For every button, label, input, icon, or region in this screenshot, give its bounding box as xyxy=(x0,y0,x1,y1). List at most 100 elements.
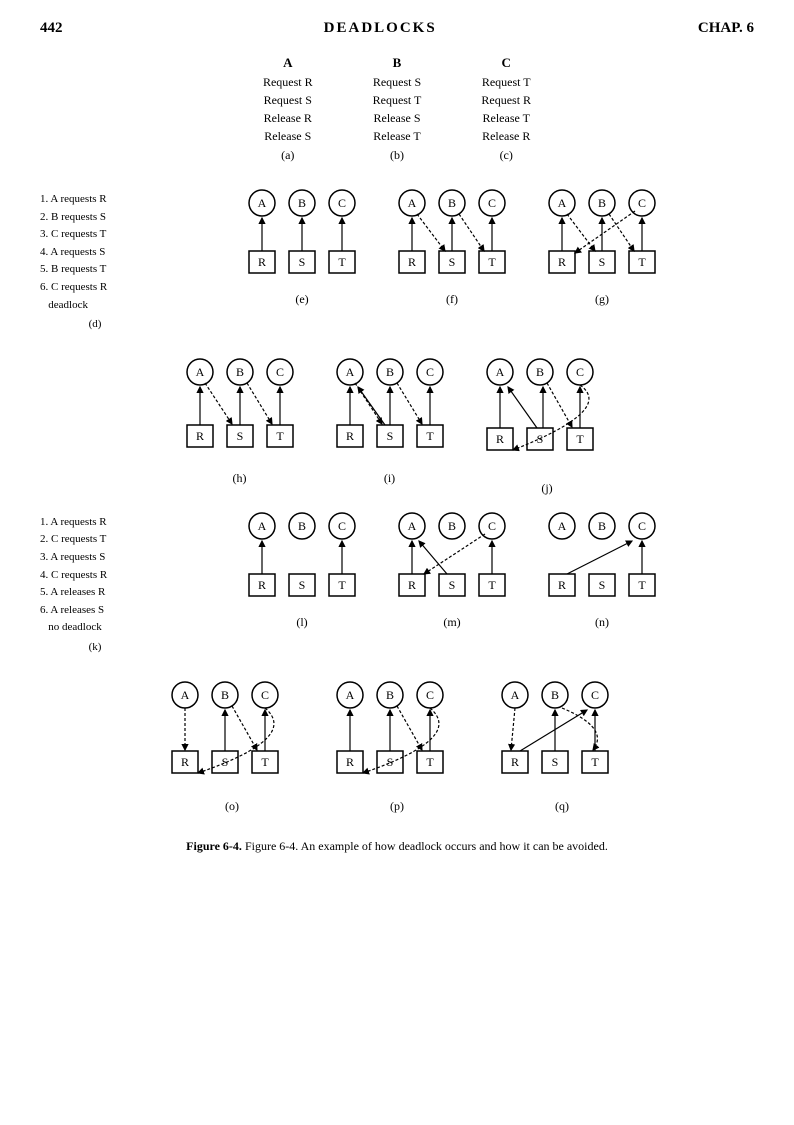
page-title: DEADLOCKS xyxy=(324,20,437,37)
rag-l-svg: A B C R S T xyxy=(237,504,367,609)
svg-text:A: A xyxy=(345,365,354,379)
svg-text:C: C xyxy=(338,196,346,210)
svg-text:A: A xyxy=(258,519,267,533)
label-q: (q) xyxy=(555,799,569,814)
svg-text:R: R xyxy=(495,432,503,446)
table-c-rows: Request TRequest RRelease TRelease R xyxy=(481,73,531,145)
svg-text:B: B xyxy=(598,519,606,533)
svg-text:B: B xyxy=(448,196,456,210)
process-table-b: B Request SRequest TRelease SRelease T (… xyxy=(373,55,422,163)
svg-text:T: T xyxy=(591,755,599,769)
svg-text:C: C xyxy=(488,196,496,210)
svg-text:A: A xyxy=(408,519,417,533)
svg-text:S: S xyxy=(449,578,456,592)
rag-f-svg: A B C R S T xyxy=(387,181,517,286)
svg-text:R: R xyxy=(408,255,416,269)
table-a-rows: Request RRequest SRelease RRelease S xyxy=(263,73,313,145)
rag-p-svg: A B C R S T xyxy=(325,673,470,793)
svg-text:B: B xyxy=(598,196,606,210)
figure-caption-text: Figure 6-4. An example of how deadlock o… xyxy=(245,839,608,853)
section-lmn: 1. A requests R 2. C requests T 3. A req… xyxy=(40,504,754,657)
svg-text:B: B xyxy=(220,688,228,702)
svg-text:T: T xyxy=(488,255,496,269)
svg-text:A: A xyxy=(345,688,354,702)
label-g: (g) xyxy=(595,292,609,307)
label-n: (n) xyxy=(595,615,609,630)
diagrams-lmn: A B C R S T (l) xyxy=(150,504,754,630)
svg-text:R: R xyxy=(510,755,518,769)
svg-text:C: C xyxy=(638,519,646,533)
svg-text:C: C xyxy=(488,519,496,533)
label-i: (i) xyxy=(384,471,395,486)
process-tables: A Request RRequest SRelease RRelease S (… xyxy=(40,55,754,163)
diagram-e: A B C R S T xyxy=(237,181,367,307)
label-f: (f) xyxy=(446,292,458,307)
svg-text:R: R xyxy=(180,755,188,769)
svg-text:T: T xyxy=(638,578,646,592)
rag-m-svg: A B C R S T xyxy=(387,504,517,609)
table-c-header: C xyxy=(502,55,511,71)
svg-text:B: B xyxy=(448,519,456,533)
section-efg: 1. A requests R 2. B requests S 3. C req… xyxy=(40,181,754,334)
svg-text:T: T xyxy=(638,255,646,269)
svg-text:T: T xyxy=(426,755,434,769)
label-l: (l) xyxy=(296,615,307,630)
svg-text:S: S xyxy=(449,255,456,269)
label-m: (m) xyxy=(443,615,460,630)
svg-text:T: T xyxy=(576,432,584,446)
svg-text:A: A xyxy=(180,688,189,702)
figure-caption-bold: Figure 6-4. xyxy=(186,839,242,853)
svg-text:S: S xyxy=(551,755,558,769)
svg-text:C: C xyxy=(260,688,268,702)
svg-text:C: C xyxy=(590,688,598,702)
rag-e-svg: A B C R S T xyxy=(237,181,367,286)
diagram-m: A B C R S T xyxy=(387,504,517,630)
rag-j-svg: A B C R S T xyxy=(475,350,620,475)
svg-text:B: B xyxy=(385,688,393,702)
rag-g-svg: A B C R S T xyxy=(537,181,667,286)
section2-labels: 1. A requests R 2. C requests T 3. A req… xyxy=(40,504,150,657)
svg-text:B: B xyxy=(535,365,543,379)
label-k: (k) xyxy=(40,639,150,657)
svg-text:C: C xyxy=(275,365,283,379)
svg-text:C: C xyxy=(338,519,346,533)
svg-text:T: T xyxy=(488,578,496,592)
svg-text:A: A xyxy=(195,365,204,379)
svg-text:A: A xyxy=(558,519,567,533)
label-o: (o) xyxy=(225,799,239,814)
svg-text:T: T xyxy=(276,429,284,443)
table-a-header: A xyxy=(283,55,292,71)
label-j: (j) xyxy=(541,481,552,496)
svg-text:A: A xyxy=(408,196,417,210)
svg-text:S: S xyxy=(299,578,306,592)
diagram-p: A B C R S T (p) xyxy=(325,673,470,814)
label-p: (p) xyxy=(390,799,404,814)
svg-text:R: R xyxy=(408,578,416,592)
svg-text:B: B xyxy=(385,365,393,379)
table-b-rows: Request SRequest TRelease SRelease T xyxy=(373,73,422,145)
svg-text:B: B xyxy=(298,196,306,210)
page: 442 DEADLOCKS CHAP. 6 A Request RRequest… xyxy=(0,0,794,1125)
process-table-c: C Request TRequest RRelease TRelease R (… xyxy=(481,55,531,163)
svg-text:A: A xyxy=(510,688,519,702)
section1-labels: 1. A requests R 2. B requests S 3. C req… xyxy=(40,181,150,334)
process-table-a: A Request RRequest SRelease RRelease S (… xyxy=(263,55,313,163)
page-number: 442 xyxy=(40,20,63,37)
svg-text:A: A xyxy=(258,196,267,210)
svg-text:S: S xyxy=(599,255,606,269)
svg-text:R: R xyxy=(345,429,353,443)
svg-text:R: R xyxy=(558,578,566,592)
label-h: (h) xyxy=(233,471,247,486)
svg-text:C: C xyxy=(425,365,433,379)
section-opq: A B C R S T (o) xyxy=(40,673,754,814)
rag-h-svg: A B C R S T xyxy=(175,350,305,465)
rag-q-svg: A B C R S T xyxy=(490,673,635,793)
svg-text:B: B xyxy=(235,365,243,379)
diagram-q: A B C R S T (q) xyxy=(490,673,635,814)
label-e: (e) xyxy=(295,292,308,307)
diagrams-efg: A B C R S T xyxy=(150,181,754,307)
diagram-n: A B C R S T (n) xyxy=(537,504,667,630)
rag-n-svg: A B C R S T xyxy=(537,504,667,609)
svg-text:T: T xyxy=(338,578,346,592)
diagram-g: A B C R S T xyxy=(537,181,667,307)
